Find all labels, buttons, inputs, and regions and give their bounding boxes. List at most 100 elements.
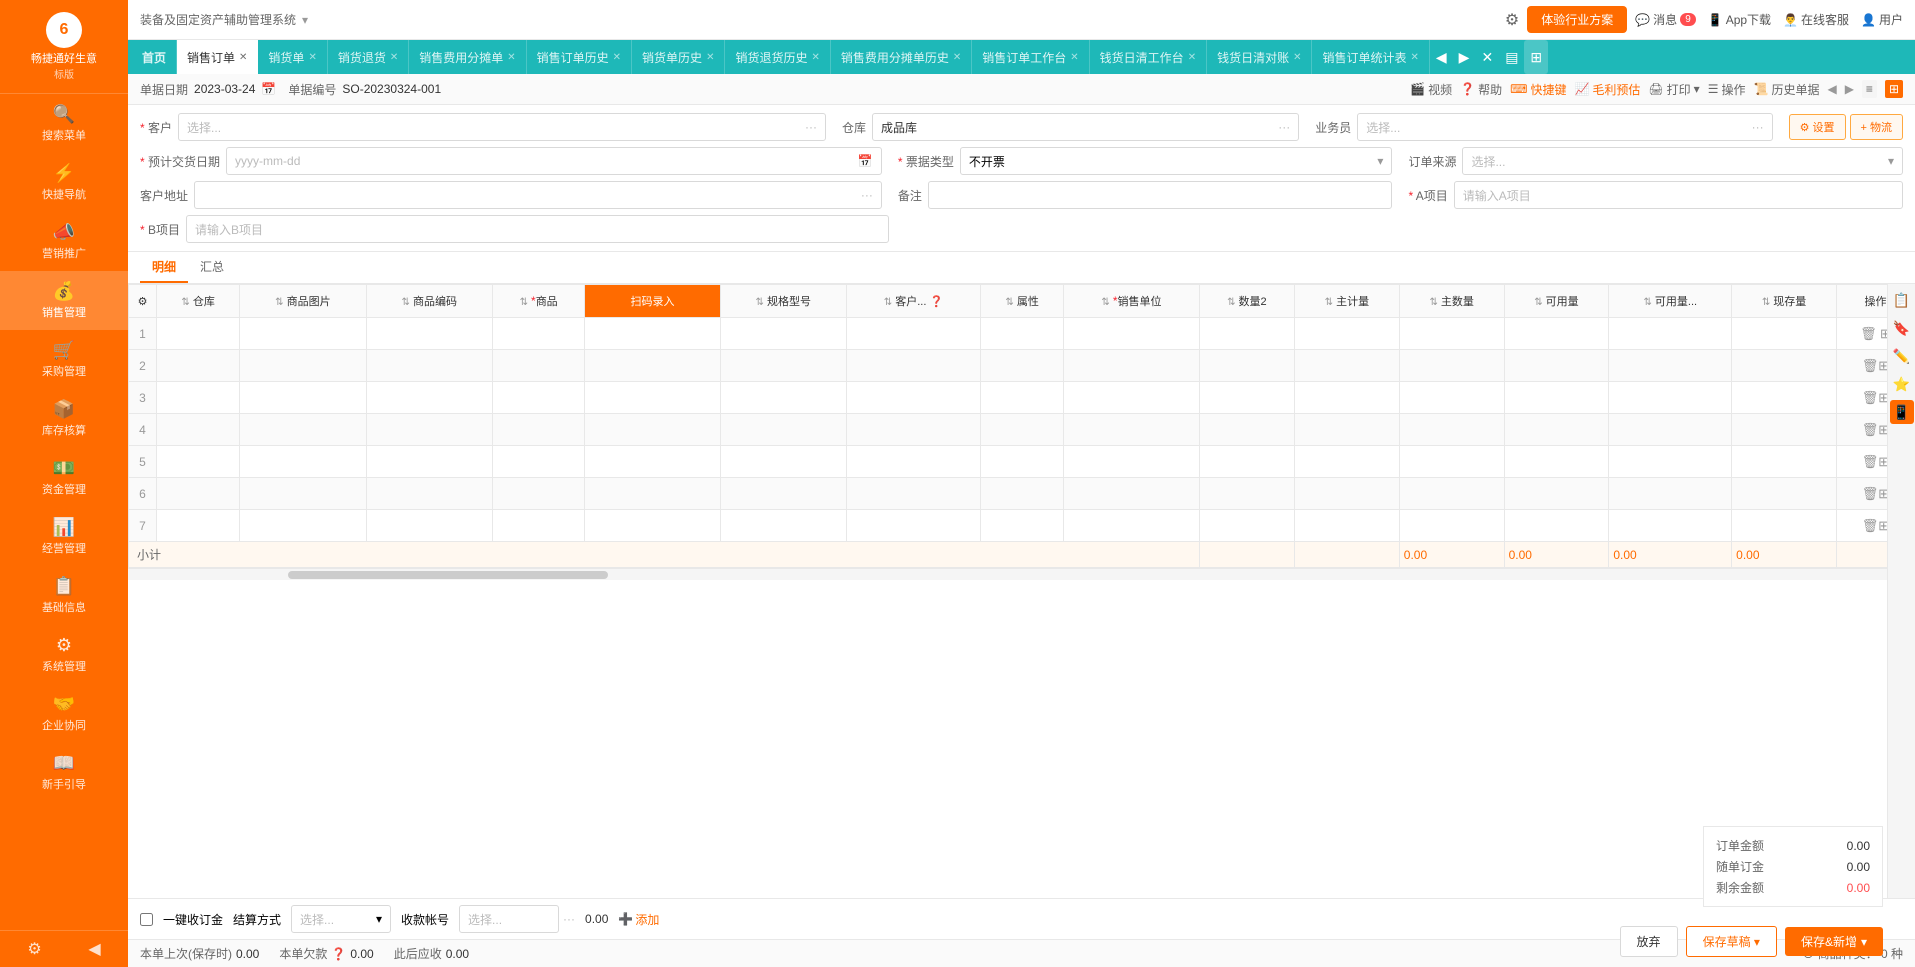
tab-nav-list[interactable]: ▤ (1499, 40, 1524, 74)
r-star-icon[interactable]: ⭐ (1890, 372, 1914, 396)
tab-close-icon[interactable]: ✕ (953, 52, 961, 63)
b-project-input[interactable]: 请输入B项目 (186, 215, 889, 243)
cell-attr[interactable] (981, 318, 1064, 350)
customer-input[interactable]: 选择... ··· (178, 113, 826, 141)
tab-close-icon[interactable]: ✕ (1070, 52, 1078, 63)
tab-return-history[interactable]: 销货退货历史 ✕ (725, 40, 830, 74)
sidebar-item-guide[interactable]: 📖 新手引导 (0, 743, 128, 802)
tab-close-icon[interactable]: ✕ (390, 52, 398, 63)
tab-expense-history[interactable]: 销售费用分摊单历史 ✕ (831, 40, 972, 74)
sidebar-item-nav[interactable]: ⚡ 快捷导航 (0, 153, 128, 212)
sidebar-item-marketing[interactable]: 📣 营销推广 (0, 212, 128, 271)
date-picker-icon[interactable]: 📅 (261, 82, 276, 96)
sidebar-item-search[interactable]: 🔍 搜索菜单 (0, 94, 128, 153)
r-bookmark-icon[interactable]: 🔖 (1890, 316, 1914, 340)
col-settings[interactable]: ⚙ (129, 285, 157, 318)
online-service-btn[interactable]: 👨‍💼 在线客服 (1783, 11, 1849, 28)
tab-close-icon[interactable]: ✕ (308, 52, 316, 63)
tab-close-icon[interactable]: ✕ (613, 52, 621, 63)
tab-sales-order[interactable]: 销售订单 ✕ (177, 40, 258, 74)
one-click-checkbox[interactable] (140, 913, 153, 926)
warehouse-input[interactable]: 成品库 ··· (872, 113, 1299, 141)
settings-btn[interactable]: ⚙ 设置 (1789, 114, 1846, 140)
view-action[interactable]: 🎬 视频 (1410, 81, 1452, 98)
tab-sales-order-history[interactable]: 销售订单历史 ✕ (527, 40, 632, 74)
cell-unit[interactable] (1064, 318, 1200, 350)
delivery-date-input[interactable]: yyyy-mm-dd 📅 (226, 147, 882, 175)
tab-home[interactable]: 首页 (132, 40, 177, 74)
tab-daily-reconcile[interactable]: 钱货日清对账 ✕ (1207, 40, 1312, 74)
delete-row-icon[interactable]: 🗑 (1862, 518, 1879, 533)
cell-warehouse[interactable] (157, 318, 240, 350)
sidebar-item-operations[interactable]: 📊 经营管理 (0, 507, 128, 566)
help-action[interactable]: ❓ 帮助 (1460, 81, 1502, 98)
remarks-input[interactable] (928, 181, 1393, 209)
shortcuts-action[interactable]: ⌨ 快捷键 (1510, 81, 1566, 98)
address-input[interactable]: ··· (194, 181, 882, 209)
app-download-btn[interactable]: 📱 App下载 (1708, 11, 1771, 28)
sidebar-item-basics[interactable]: 📋 基础信息 (0, 566, 128, 625)
profit-action[interactable]: 📈 毛利预估 (1574, 81, 1640, 98)
tab-nav-next[interactable]: ▶ (1453, 40, 1476, 74)
r-clipboard-icon[interactable]: 📋 (1890, 288, 1914, 312)
order-source-select[interactable]: 选择... ▾ (1462, 147, 1903, 175)
discard-btn[interactable]: 放弃 (1620, 926, 1678, 957)
history-action[interactable]: 📜 历史单据 (1753, 81, 1819, 98)
user-btn[interactable]: 👤 用户 (1861, 11, 1903, 28)
notification-btn[interactable]: 💬 消息 9 (1635, 11, 1696, 28)
delete-row-icon[interactable]: 🗑 (1860, 326, 1877, 341)
invoice-type-select[interactable]: 不开票 ▾ (960, 147, 1393, 175)
sidebar-item-sales[interactable]: 💰 销售管理 (0, 271, 128, 330)
tab-close-icon[interactable]: ✕ (1293, 52, 1301, 63)
r-phone-icon[interactable]: 📱 (1890, 400, 1914, 424)
tab-summary[interactable]: 汇总 (188, 252, 236, 283)
scan-btn[interactable]: 扫码录入 (622, 291, 682, 311)
sidebar-item-inventory[interactable]: 📦 库存核算 (0, 389, 128, 448)
tab-close-icon[interactable]: ✕ (1188, 52, 1196, 63)
save-draft-btn[interactable]: 保存草稿 ▾ (1686, 926, 1777, 957)
list-view-icon[interactable]: ≡ (1862, 80, 1877, 98)
add-goods-btn[interactable]: + 物流 (1850, 114, 1903, 140)
add-receipt-btn[interactable]: ➕ 添加 (618, 911, 659, 928)
tab-close-icon[interactable]: ✕ (811, 52, 819, 63)
delete-row-icon[interactable]: 🗑 (1862, 454, 1879, 469)
sidebar-settings-btn[interactable]: ⚙ (27, 939, 41, 959)
cell-code[interactable] (366, 318, 492, 350)
sidebar-collapse-btn[interactable]: ◀ (88, 939, 100, 959)
scroll-area[interactable] (128, 568, 1915, 580)
tab-sales-slip-history[interactable]: 销货单历史 ✕ (632, 40, 725, 74)
cell-main-unit[interactable] (1294, 318, 1399, 350)
settings-icon[interactable]: ⚙ (1505, 10, 1519, 30)
tab-nav-prev[interactable]: ◀ (1430, 40, 1453, 74)
cell-spec[interactable] (720, 318, 846, 350)
sidebar-item-purchase[interactable]: 🛒 采购管理 (0, 330, 128, 389)
delete-row-icon[interactable]: 🗑 (1862, 390, 1879, 405)
tab-detail[interactable]: 明细 (140, 252, 188, 283)
cell-current-qty[interactable] (1732, 318, 1837, 350)
industry-btn[interactable]: 体验行业方案 (1527, 6, 1627, 33)
tab-sales-slip[interactable]: 销货单 ✕ (258, 40, 327, 74)
cell-goods[interactable] (492, 318, 584, 350)
tab-daily-workbench[interactable]: 钱货日清工作台 ✕ (1090, 40, 1207, 74)
tab-close-icon[interactable]: ✕ (507, 52, 515, 63)
tab-sales-summary[interactable]: 销售订单统计表 ✕ (1312, 40, 1429, 74)
a-project-input[interactable]: 请输入A项目 (1454, 181, 1903, 209)
tab-nav-full[interactable]: ⊞ (1524, 40, 1548, 74)
save-new-btn[interactable]: 保存&新增 ▾ (1785, 927, 1883, 956)
cell-customer-code[interactable] (846, 318, 980, 350)
nav-next-icon[interactable]: ▶ (1845, 82, 1854, 96)
tab-sales-expense[interactable]: 销售费用分摊单 ✕ (409, 40, 526, 74)
receipt-no-select[interactable]: 选择... (459, 905, 559, 933)
delete-row-icon[interactable]: 🗑 (1862, 358, 1879, 373)
r-edit-icon[interactable]: ✏️ (1890, 344, 1914, 368)
cell-avail-qty2[interactable] (1609, 318, 1732, 350)
payment-method-select[interactable]: 选择... ▾ (291, 905, 391, 933)
cell-image[interactable] (240, 318, 366, 350)
tab-close-icon[interactable]: ✕ (1411, 52, 1419, 63)
grid-view-icon[interactable]: ⊞ (1885, 80, 1903, 98)
delete-row-icon[interactable]: 🗑 (1862, 486, 1879, 501)
sidebar-item-system[interactable]: ⚙ 系统管理 (0, 625, 128, 684)
tab-close-icon[interactable]: ✕ (239, 52, 247, 63)
nav-prev-icon[interactable]: ◀ (1827, 82, 1836, 96)
cell-qty2[interactable] (1199, 318, 1294, 350)
